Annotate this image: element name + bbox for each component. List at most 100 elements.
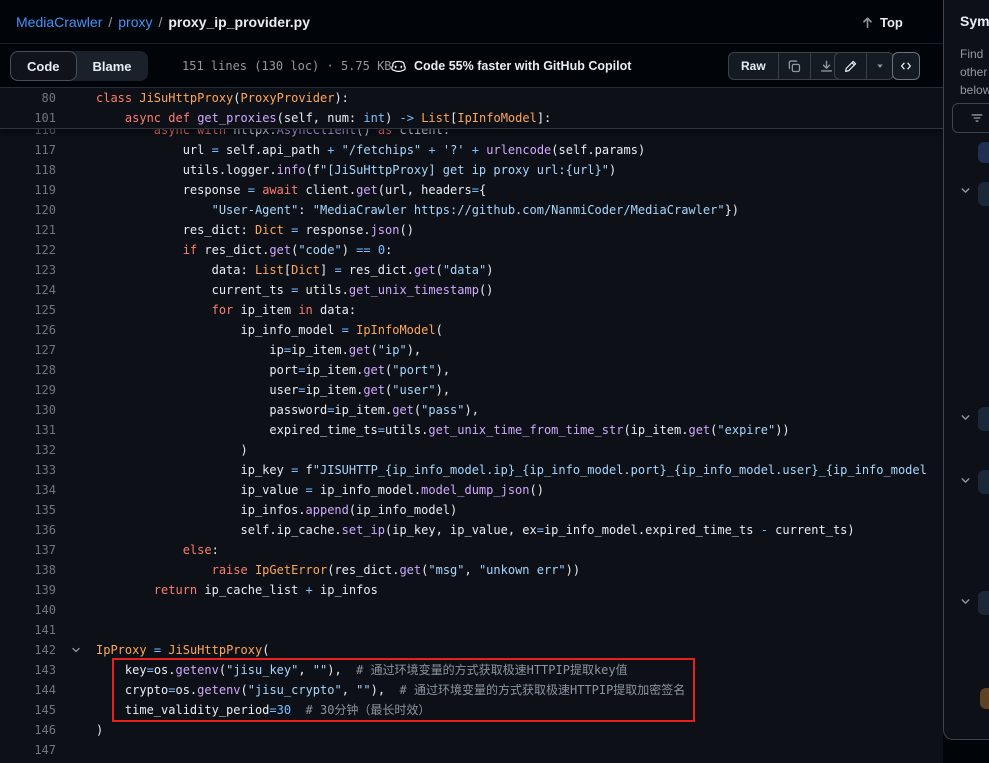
scroll-to-top-button[interactable]: Top [860, 0, 903, 44]
code-text: key=os.getenv("jisu_key", ""), # 通过环境变量的… [96, 660, 628, 680]
symbols-panel-heading: Symbols [960, 13, 989, 29]
code-line: 122 if res_dict.get("code") == 0: [0, 240, 943, 260]
file-header-bar: Code Blame 151 lines (130 loc) · 5.75 KB… [0, 44, 943, 88]
code-text: for ip_item in data: [96, 300, 356, 320]
line-number[interactable]: 121 [0, 220, 56, 240]
symbol-group-chevron-icon[interactable] [959, 184, 973, 198]
symbol-group-chevron-icon[interactable] [959, 411, 973, 425]
line-number[interactable]: 133 [0, 460, 56, 480]
symbol-item[interactable] [978, 142, 989, 163]
line-number[interactable]: 141 [0, 620, 56, 640]
code-line: 133 ip_key = f"JISUHTTP_{ip_info_model.i… [0, 460, 943, 480]
code-text: return ip_cache_list + ip_infos [96, 580, 378, 600]
symbol-item-highlighted[interactable] [980, 688, 989, 709]
code-line: 120 "User-Agent": "MediaCrawler https://… [0, 200, 943, 220]
fold-column [56, 460, 96, 480]
line-number[interactable]: 123 [0, 260, 56, 280]
line-number[interactable]: 140 [0, 600, 56, 620]
line-number[interactable]: 127 [0, 340, 56, 360]
breadcrumb: MediaCrawler / proxy / proxy_ip_provider… [0, 0, 943, 44]
symbols-panel-toggle-button[interactable] [892, 52, 920, 80]
line-number[interactable]: 120 [0, 200, 56, 220]
line-number[interactable]: 130 [0, 400, 56, 420]
symbol-group-chevron-icon[interactable] [959, 595, 973, 609]
code-text: user=ip_item.get("user"), [96, 380, 450, 400]
line-number[interactable]: 137 [0, 540, 56, 560]
fold-column [56, 140, 96, 160]
sticky-context-lines: 80class JiSuHttpProxy(ProxyProvider):101… [0, 88, 943, 129]
raw-button-group: Raw [728, 52, 843, 80]
code-line: 118 utils.logger.info(f"[JiSuHttpProxy] … [0, 160, 943, 180]
line-number[interactable]: 128 [0, 360, 56, 380]
symbol-group-chevron-icon[interactable] [959, 474, 973, 488]
line-number[interactable]: 146 [0, 720, 56, 740]
code-text: async def get_proxies(self, num: int) ->… [96, 108, 551, 128]
line-number[interactable]: 142 [0, 640, 56, 660]
line-number[interactable]: 118 [0, 160, 56, 180]
fold-column [56, 560, 96, 580]
copy-raw-button[interactable] [778, 53, 810, 79]
line-number[interactable]: 147 [0, 740, 56, 760]
fold-column [56, 520, 96, 540]
line-number[interactable]: 135 [0, 500, 56, 520]
line-number[interactable]: 119 [0, 180, 56, 200]
fold-column [56, 420, 96, 440]
code-text: raise IpGetError(res_dict.get("msg", "un… [96, 560, 580, 580]
line-number[interactable]: 101 [0, 108, 56, 128]
edit-file-button[interactable] [835, 53, 866, 79]
code-line: 123 data: List[Dict] = res_dict.get("dat… [0, 260, 943, 280]
file-meta-info: 151 lines (130 loc) · 5.75 KB [182, 51, 392, 81]
code-text: utils.logger.info(f"[JiSuHttpProxy] get … [96, 160, 616, 180]
copilot-icon [390, 58, 407, 75]
breadcrumb-folder-link[interactable]: proxy [118, 14, 152, 30]
copilot-banner-label: Code 55% faster with GitHub Copilot [414, 59, 631, 73]
code-text: data: List[Dict] = res_dict.get("data") [96, 260, 493, 280]
line-number[interactable]: 134 [0, 480, 56, 500]
line-number[interactable]: 129 [0, 380, 56, 400]
code-text: ip_key = f"JISUHTTP_{ip_info_model.ip}_{… [96, 460, 927, 480]
raw-button[interactable]: Raw [729, 53, 778, 79]
line-number[interactable]: 132 [0, 440, 56, 460]
symbols-filter-input[interactable] [952, 103, 989, 133]
code-line: 121 res_dict: Dict = response.json() [0, 220, 943, 240]
line-number[interactable]: 126 [0, 320, 56, 340]
symbol-item[interactable] [978, 407, 989, 431]
code-line: 125 for ip_item in data: [0, 300, 943, 320]
line-number[interactable]: 139 [0, 580, 56, 600]
fold-column [56, 660, 96, 680]
line-number[interactable]: 138 [0, 560, 56, 580]
code-text: else: [96, 540, 219, 560]
code-text: self.ip_cache.set_ip(ip_key, ip_value, e… [96, 520, 855, 540]
code-text: time_validity_period=30 # 30分钟（最长时效） [96, 700, 430, 720]
line-number[interactable]: 136 [0, 520, 56, 540]
fold-column [56, 340, 96, 360]
fold-column [56, 480, 96, 500]
symbol-item[interactable] [978, 470, 989, 494]
line-number[interactable]: 144 [0, 680, 56, 700]
line-number[interactable]: 124 [0, 280, 56, 300]
fold-column [56, 360, 96, 380]
line-number[interactable]: 131 [0, 420, 56, 440]
symbol-item[interactable] [978, 591, 989, 615]
line-number[interactable]: 122 [0, 240, 56, 260]
line-number[interactable]: 80 [0, 88, 56, 108]
copilot-banner[interactable]: Code 55% faster with GitHub Copilot [390, 51, 631, 81]
line-number[interactable]: 143 [0, 660, 56, 680]
fold-column [56, 260, 96, 280]
fold-chevron-icon[interactable] [56, 640, 96, 660]
code-line: 128 port=ip_item.get("port"), [0, 360, 943, 380]
line-number[interactable]: 117 [0, 140, 56, 160]
tab-blame[interactable]: Blame [77, 51, 148, 81]
tab-code[interactable]: Code [10, 51, 77, 81]
line-number[interactable]: 125 [0, 300, 56, 320]
fold-column [56, 88, 96, 108]
edit-dropdown-button[interactable] [866, 53, 893, 79]
code-line: 101 async def get_proxies(self, num: int… [0, 108, 943, 128]
code-brackets-icon [899, 59, 913, 73]
code-text: port=ip_item.get("port"), [96, 360, 450, 380]
line-number[interactable]: 145 [0, 700, 56, 720]
code-text: if res_dict.get("code") == 0: [96, 240, 392, 260]
breadcrumb-repo-link[interactable]: MediaCrawler [16, 14, 102, 30]
symbol-item[interactable] [978, 182, 989, 206]
code-line: 140 [0, 600, 943, 620]
